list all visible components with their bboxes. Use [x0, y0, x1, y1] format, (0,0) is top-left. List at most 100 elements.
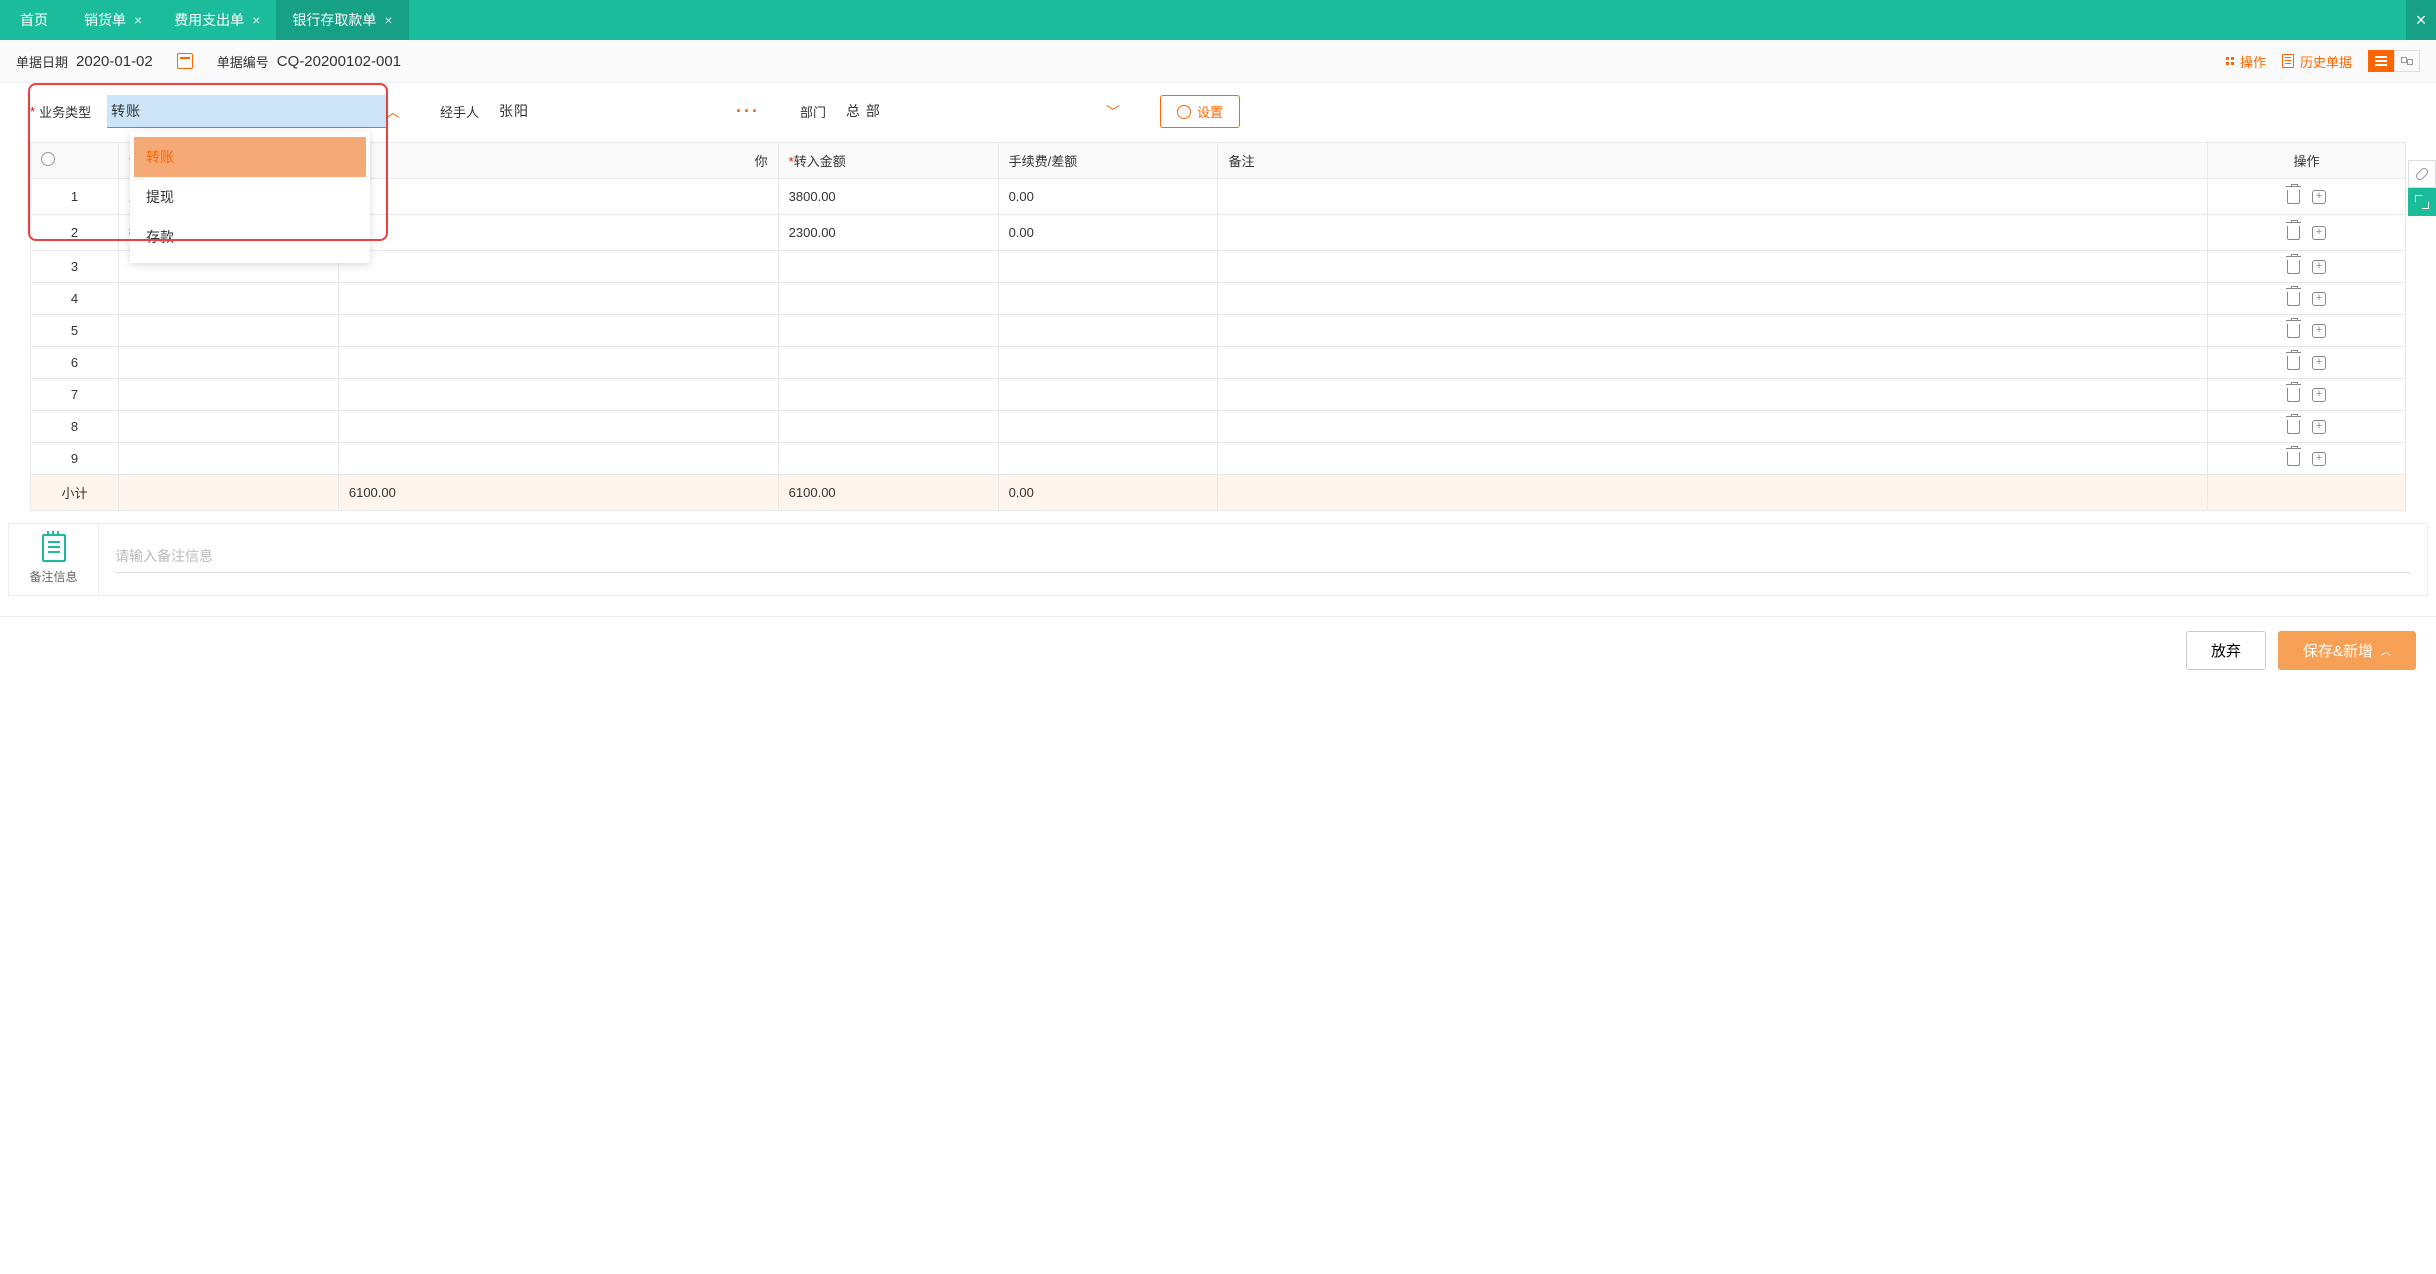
handler-field[interactable]: 经手人 张阳 ···	[440, 95, 760, 128]
cell-blank[interactable]	[338, 251, 778, 283]
cell-out[interactable]	[118, 315, 338, 347]
cell-fee[interactable]	[998, 315, 1218, 347]
delete-icon[interactable]	[2287, 452, 2300, 466]
remarks-input[interactable]	[115, 540, 2411, 573]
cell-out[interactable]	[118, 443, 338, 475]
close-icon[interactable]: ×	[252, 12, 260, 28]
cell-blank[interactable]	[338, 347, 778, 379]
table-row[interactable]: 1工行93800.000.00	[31, 179, 2406, 215]
side-tools	[2408, 160, 2436, 216]
cell-fee[interactable]: 0.00	[998, 179, 1218, 215]
dropdown-option-deposit[interactable]: 存款	[134, 217, 366, 257]
tab-sales[interactable]: 销货单×	[68, 0, 158, 40]
delete-icon[interactable]	[2287, 324, 2300, 338]
cell-in[interactable]	[778, 315, 998, 347]
more-icon[interactable]: ···	[736, 101, 760, 122]
cell-fee[interactable]	[998, 347, 1218, 379]
add-icon[interactable]	[2312, 226, 2326, 240]
dropdown-option-withdraw[interactable]: 提现	[134, 177, 366, 217]
save-button[interactable]: 保存&新增 ︿	[2278, 631, 2416, 670]
table-config-header[interactable]	[31, 143, 119, 179]
cell-in[interactable]	[778, 443, 998, 475]
cell-in[interactable]: 3800.00	[778, 179, 998, 215]
cell-remark[interactable]	[1218, 251, 2208, 283]
cell-blank[interactable]	[338, 283, 778, 315]
delete-icon[interactable]	[2287, 356, 2300, 370]
add-icon[interactable]	[2312, 420, 2326, 434]
cell-in[interactable]: 2300.00	[778, 215, 998, 251]
add-icon[interactable]	[2312, 260, 2326, 274]
discard-button[interactable]: 放弃	[2186, 631, 2266, 670]
table-row[interactable]: 9	[31, 443, 2406, 475]
cell-in[interactable]	[778, 411, 998, 443]
add-icon[interactable]	[2312, 324, 2326, 338]
cell-remark[interactable]	[1218, 315, 2208, 347]
delete-icon[interactable]	[2287, 226, 2300, 240]
cell-out[interactable]	[118, 283, 338, 315]
cell-blank[interactable]	[338, 411, 778, 443]
date-value[interactable]: 2020-01-02	[76, 53, 153, 70]
cell-remark[interactable]	[1218, 443, 2208, 475]
chevron-down-icon[interactable]: ﹀	[1106, 102, 1120, 122]
cell-blank[interactable]	[338, 379, 778, 411]
cell-fee[interactable]	[998, 379, 1218, 411]
table-row[interactable]: 7	[31, 379, 2406, 411]
view-grid-button[interactable]	[2394, 50, 2420, 72]
tab-expense[interactable]: 费用支出单×	[158, 0, 276, 40]
delete-icon[interactable]	[2287, 260, 2300, 274]
cell-fee[interactable]	[998, 251, 1218, 283]
cell-remark[interactable]	[1218, 411, 2208, 443]
ops-button[interactable]: 操作	[2226, 52, 2266, 71]
cell-blank[interactable]	[338, 315, 778, 347]
close-icon[interactable]: ×	[384, 12, 392, 28]
delete-icon[interactable]	[2287, 292, 2300, 306]
panel-close-button[interactable]: ×	[2406, 0, 2436, 40]
cell-in[interactable]	[778, 251, 998, 283]
add-icon[interactable]	[2312, 388, 2326, 402]
chevron-up-icon[interactable]: ︿	[386, 102, 400, 122]
cell-blank[interactable]	[338, 179, 778, 215]
cell-in[interactable]	[778, 379, 998, 411]
cell-fee[interactable]: 0.00	[998, 215, 1218, 251]
cell-remark[interactable]	[1218, 215, 2208, 251]
cell-in[interactable]	[778, 283, 998, 315]
add-icon[interactable]	[2312, 292, 2326, 306]
dept-field[interactable]: 部门 总 部 ﹀	[800, 95, 1120, 128]
add-icon[interactable]	[2312, 356, 2326, 370]
expand-tool[interactable]	[2408, 188, 2436, 216]
cell-blank[interactable]	[338, 215, 778, 251]
link-tool[interactable]	[2408, 160, 2436, 188]
table-row[interactable]: 4	[31, 283, 2406, 315]
biz-type-field[interactable]: * 业务类型 转账 ︿ 转账 提现 存款	[30, 95, 400, 128]
cell-out[interactable]	[118, 411, 338, 443]
cell-in[interactable]	[778, 347, 998, 379]
cell-out[interactable]	[118, 379, 338, 411]
calendar-icon[interactable]	[177, 53, 193, 69]
cell-blank[interactable]	[338, 443, 778, 475]
table-row[interactable]: 8	[31, 411, 2406, 443]
close-icon[interactable]: ×	[134, 12, 142, 28]
table-row[interactable]: 5	[31, 315, 2406, 347]
cell-remark[interactable]	[1218, 179, 2208, 215]
delete-icon[interactable]	[2287, 190, 2300, 204]
delete-icon[interactable]	[2287, 420, 2300, 434]
table-row[interactable]: 6	[31, 347, 2406, 379]
cell-remark[interactable]	[1218, 283, 2208, 315]
tab-bank[interactable]: 银行存取款单×	[276, 0, 408, 40]
cell-fee[interactable]	[998, 411, 1218, 443]
cell-fee[interactable]	[998, 283, 1218, 315]
table-row[interactable]: 3	[31, 251, 2406, 283]
view-list-button[interactable]	[2368, 50, 2394, 72]
delete-icon[interactable]	[2287, 388, 2300, 402]
dropdown-option-transfer[interactable]: 转账	[134, 137, 366, 177]
cell-remark[interactable]	[1218, 379, 2208, 411]
cell-out[interactable]	[118, 347, 338, 379]
add-icon[interactable]	[2312, 190, 2326, 204]
tab-home[interactable]: 首页	[0, 0, 68, 40]
settings-button[interactable]: 设置	[1160, 95, 1240, 128]
history-button[interactable]: 历史单据	[2282, 52, 2352, 71]
add-icon[interactable]	[2312, 452, 2326, 466]
table-row[interactable]: 2微信2300.000.00	[31, 215, 2406, 251]
cell-fee[interactable]	[998, 443, 1218, 475]
cell-remark[interactable]	[1218, 347, 2208, 379]
